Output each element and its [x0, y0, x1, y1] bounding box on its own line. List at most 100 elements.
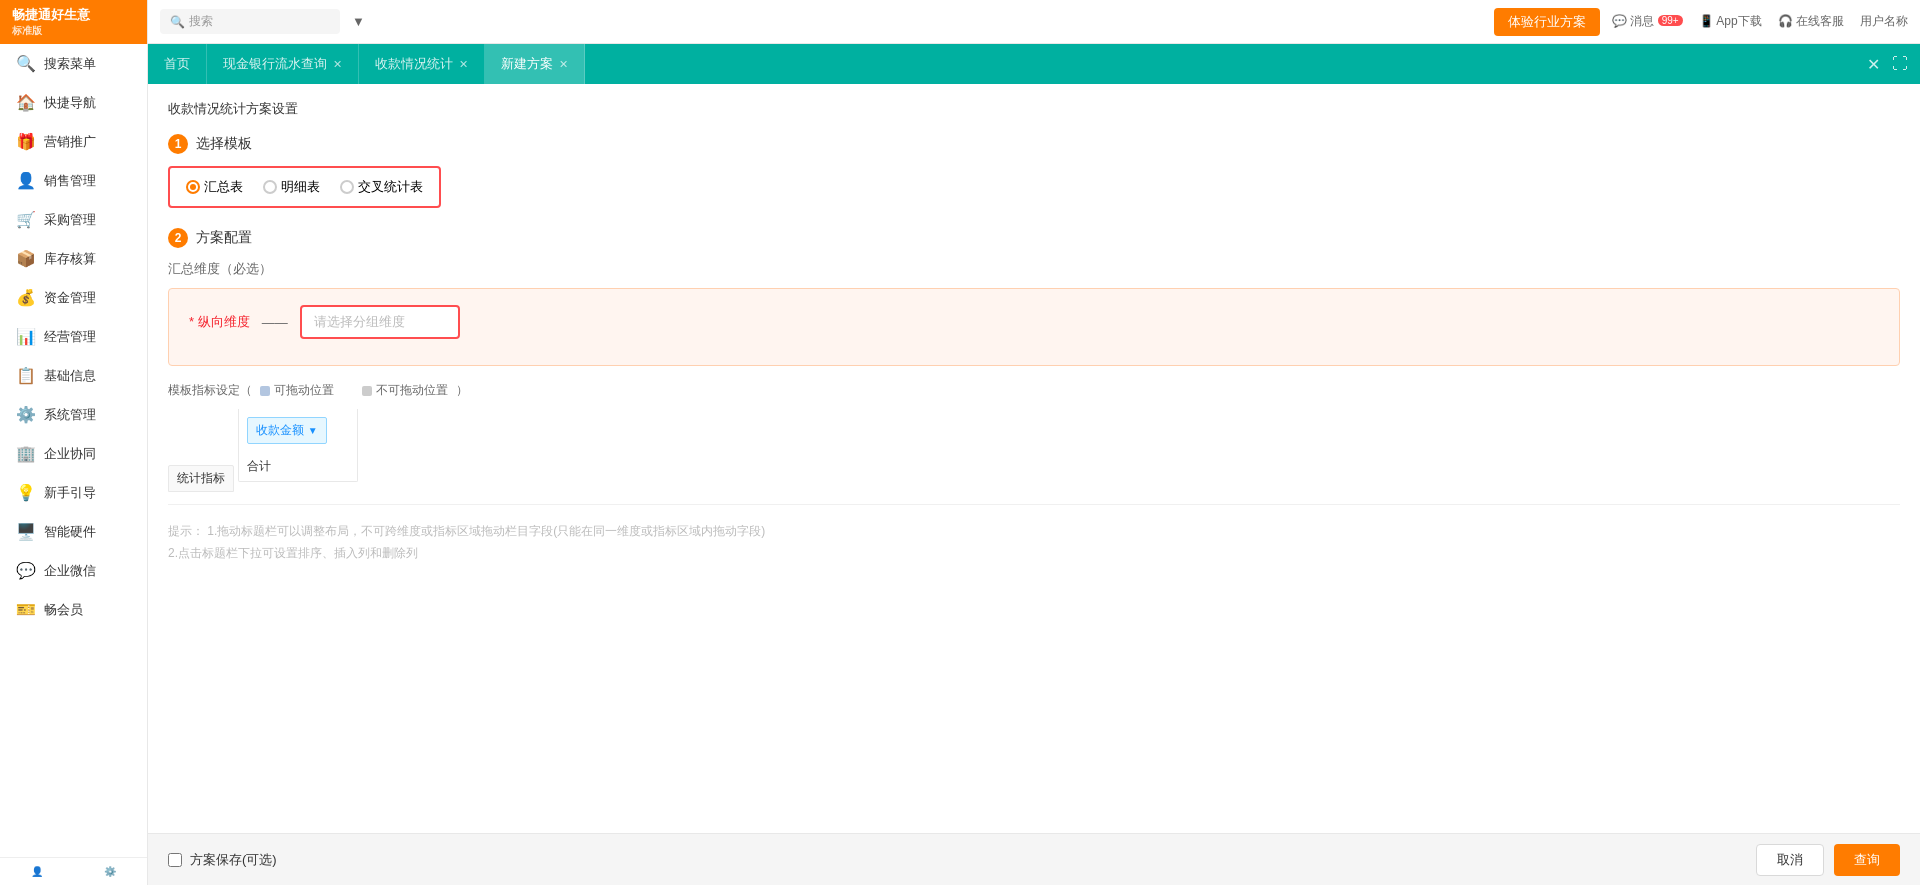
radio-detail[interactable]: 明细表 — [263, 178, 320, 196]
dimension-selector[interactable]: 请选择分组维度 — [300, 305, 460, 339]
tab-collect-stats-close[interactable]: ✕ — [459, 58, 468, 71]
cart-icon: 🛒 — [16, 210, 36, 229]
section2-header: 2 方案配置 — [168, 228, 1900, 248]
sidebar-item-label: 畅会员 — [44, 601, 83, 619]
sidebar-item-guide[interactable]: 💡 新手引导 — [0, 473, 147, 512]
radio-detail-label: 明细表 — [281, 178, 320, 196]
draggable-hint: 模板指标设定（ 可拖动位置 不可拖动位置 ） — [168, 382, 1900, 399]
topbar: 🔍 搜索 ▼ 体验行业方案 💬 消息 99+ 📱 App下载 🎧 在线客服 用户… — [148, 0, 1920, 44]
footer-actions: 取消 查询 — [1756, 844, 1900, 876]
sidebar-item-member[interactable]: 🎫 畅会员 — [0, 590, 147, 629]
expand-window-icon[interactable]: ⛶ — [1892, 55, 1908, 73]
sidebar-item-system[interactable]: ⚙️ 系统管理 — [0, 395, 147, 434]
page-title: 收款情况统计方案设置 — [168, 100, 1900, 118]
non-draggable-hint-box: 不可拖动位置 — [362, 382, 448, 399]
dimension-placeholder: 请选择分组维度 — [314, 314, 405, 329]
tab-cash-bank[interactable]: 现金银行流水查询 ✕ — [207, 44, 359, 84]
user-avatar-icon: 👤 — [31, 866, 43, 877]
chevron-down-icon: ▼ — [308, 425, 318, 436]
tab-home[interactable]: 首页 — [148, 44, 207, 84]
search-box[interactable]: 🔍 搜索 — [160, 9, 340, 34]
sidebar-item-wechat[interactable]: 💬 企业微信 — [0, 551, 147, 590]
sidebar-item-purchase[interactable]: 🛒 采购管理 — [0, 200, 147, 239]
sidebar-item-label: 搜索菜单 — [44, 55, 96, 73]
sidebar-item-finance[interactable]: 💰 资金管理 — [0, 278, 147, 317]
sidebar-item-hardware[interactable]: 🖥️ 智能硬件 — [0, 512, 147, 551]
metrics-tag[interactable]: 收款金额 ▼ — [247, 417, 327, 444]
sidebar-item-label: 采购管理 — [44, 211, 96, 229]
box-icon: 📦 — [16, 249, 36, 268]
sidebar-item-inventory[interactable]: 📦 库存核算 — [0, 239, 147, 278]
sidebar-item-search-menu[interactable]: 🔍 搜索菜单 — [0, 44, 147, 83]
divider — [168, 504, 1900, 505]
notification-area[interactable]: 💬 消息 99+ — [1612, 13, 1683, 30]
tab-home-label: 首页 — [164, 55, 190, 73]
notification-label: 消息 — [1630, 14, 1654, 28]
user-icon: 👤 — [16, 171, 36, 190]
query-button[interactable]: 查询 — [1834, 844, 1900, 876]
section2-title: 方案配置 — [196, 229, 252, 247]
tab-new-plan[interactable]: 新建方案 ✕ — [485, 44, 585, 84]
section1-header: 1 选择模板 — [168, 134, 1900, 154]
tab-collect-stats[interactable]: 收款情况统计 ✕ — [359, 44, 485, 84]
close-window-icon[interactable]: ✕ — [1867, 55, 1880, 74]
tab-cash-bank-close[interactable]: ✕ — [333, 58, 342, 71]
sidebar-settings-btn[interactable]: ⚙️ — [104, 866, 116, 877]
dimension-row: * 纵向维度 —— 请选择分组维度 — [189, 305, 1879, 339]
radio-summary[interactable]: 汇总表 — [186, 178, 243, 196]
radio-summary-label: 汇总表 — [204, 178, 243, 196]
sidebar-item-label: 智能硬件 — [44, 523, 96, 541]
sidebar-item-label: 新手引导 — [44, 484, 96, 502]
draggable-hint-box: 可拖动位置 — [260, 382, 334, 399]
radio-group: 汇总表 明细表 交叉统计表 — [186, 178, 423, 196]
service-label: 在线客服 — [1796, 14, 1844, 28]
footer: 方案保存(可选) 取消 查询 — [148, 833, 1920, 885]
download-area[interactable]: 📱 App下载 — [1699, 13, 1762, 30]
logo-sub: 标准版 — [12, 24, 90, 38]
metrics-sep — [342, 382, 354, 399]
sidebar-item-operation[interactable]: 📊 经营管理 — [0, 317, 147, 356]
service-icon: 🎧 — [1778, 14, 1793, 28]
building-icon: 🏢 — [16, 444, 36, 463]
user-name[interactable]: 用户名称 — [1860, 13, 1908, 30]
search-placeholder: 搜索 — [189, 13, 213, 30]
radio-cross[interactable]: 交叉统计表 — [340, 178, 423, 196]
cancel-button[interactable]: 取消 — [1756, 844, 1824, 876]
radio-summary-circle — [186, 180, 200, 194]
sidebar-item-label: 经营管理 — [44, 328, 96, 346]
dimension-section-label: 汇总维度（必选） — [168, 260, 1900, 278]
gift-icon: 🎁 — [16, 132, 36, 151]
sidebar-item-quick-nav[interactable]: 🏠 快捷导航 — [0, 83, 147, 122]
logo-text: 畅捷通好生意 — [12, 6, 90, 24]
settings-icon: ⚙️ — [104, 866, 116, 877]
save-checkbox[interactable] — [168, 853, 182, 867]
sidebar-item-marketing[interactable]: 🎁 营销推广 — [0, 122, 147, 161]
metrics-setting-label: 模板指标设定（ — [168, 382, 252, 399]
sidebar-item-enterprise[interactable]: 🏢 企业协同 — [0, 434, 147, 473]
tabbar: 首页 现金银行流水查询 ✕ 收款情况统计 ✕ 新建方案 ✕ ✕ ⛶ — [148, 44, 1920, 84]
industry-btn[interactable]: 体验行业方案 — [1494, 8, 1600, 36]
draggable-label: 可拖动位置 — [274, 382, 334, 399]
metrics-close-paren: ） — [456, 382, 468, 399]
sidebar: 畅捷通好生意 标准版 🔍 搜索菜单 🏠 快捷导航 🎁 营销推广 👤 销售管理 🛒… — [0, 0, 148, 885]
chart-icon: 📊 — [16, 327, 36, 346]
topbar-dropdown-arrow[interactable]: ▼ — [352, 14, 365, 29]
content-area: 收款情况统计方案设置 1 选择模板 汇总表 明细表 — [148, 84, 1920, 833]
message-icon: 💬 — [1612, 14, 1627, 28]
monitor-icon: 🖥️ — [16, 522, 36, 541]
sidebar-item-label: 库存核算 — [44, 250, 96, 268]
sidebar-item-label: 企业协同 — [44, 445, 96, 463]
doc-icon: 📋 — [16, 366, 36, 385]
sidebar-item-label: 营销推广 — [44, 133, 96, 151]
sidebar-user-btn[interactable]: 👤 — [31, 866, 43, 877]
sidebar-item-sales[interactable]: 👤 销售管理 — [0, 161, 147, 200]
tab-collect-stats-label: 收款情况统计 — [375, 55, 453, 73]
service-area[interactable]: 🎧 在线客服 — [1778, 13, 1844, 30]
tab-cash-bank-label: 现金银行流水查询 — [223, 55, 327, 73]
content-inner: 收款情况统计方案设置 1 选择模板 汇总表 明细表 — [148, 84, 1920, 833]
sidebar-item-base-info[interactable]: 📋 基础信息 — [0, 356, 147, 395]
metrics-header: 统计指标 — [168, 465, 234, 492]
section-config: 2 方案配置 汇总维度（必选） * 纵向维度 —— 请选择分组维度 — [168, 228, 1900, 564]
tab-new-plan-close[interactable]: ✕ — [559, 58, 568, 71]
main-area: 🔍 搜索 ▼ 体验行业方案 💬 消息 99+ 📱 App下载 🎧 在线客服 用户… — [148, 0, 1920, 885]
